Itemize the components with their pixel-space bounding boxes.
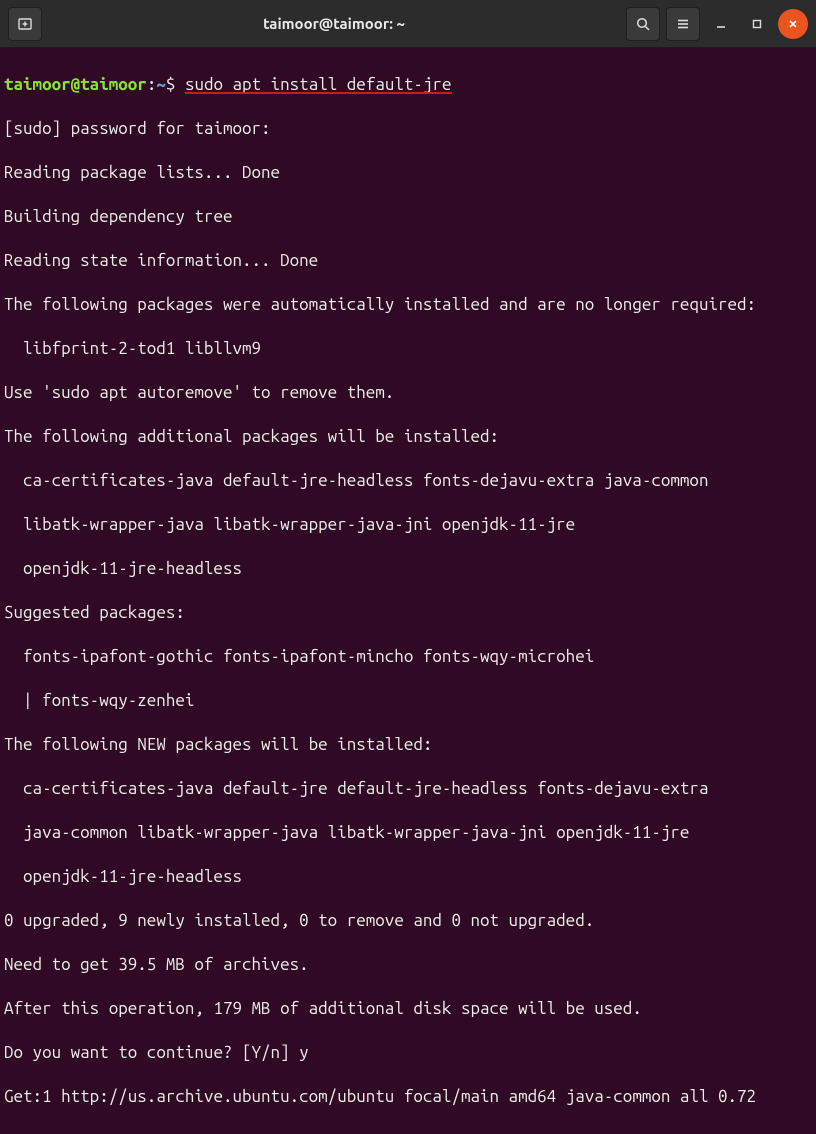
output-line: | fonts-wqy-zenhei — [4, 690, 812, 712]
output-line: The following additional packages will b… — [4, 426, 812, 448]
output-line: The following packages were automaticall… — [4, 294, 812, 316]
prompt-user-host: taimoor@taimoor — [4, 75, 147, 94]
maximize-icon — [751, 18, 763, 30]
command-text: sudo apt install default-jre — [185, 75, 452, 94]
prompt-colon: : — [147, 75, 157, 94]
close-icon — [787, 18, 799, 30]
output-line: Suggested packages: — [4, 602, 812, 624]
output-line: Reading package lists... Done — [4, 162, 812, 184]
highlight-underline — [185, 92, 452, 95]
new-tab-icon — [17, 16, 33, 32]
output-line: Reading state information... Done — [4, 250, 812, 272]
output-line: libfprint-2-tod1 libllvm9 — [4, 338, 812, 360]
output-line: Building dependency tree — [4, 206, 812, 228]
hamburger-icon — [675, 16, 691, 32]
new-tab-button[interactable] — [8, 7, 42, 41]
prompt-symbol: $ — [166, 75, 176, 94]
output-line: Use 'sudo apt autoremove' to remove them… — [4, 382, 812, 404]
prompt-cwd: ~ — [156, 75, 166, 94]
output-line: [sudo] password for taimoor: — [4, 118, 812, 140]
output-line: The following NEW packages will be insta… — [4, 734, 812, 756]
output-line: java-common libatk-wrapper-java libatk-w… — [4, 822, 812, 844]
output-line: libatk-wrapper-java libatk-wrapper-java-… — [4, 514, 812, 536]
output-line: ca-certificates-java default-jre-headles… — [4, 470, 812, 492]
output-line: openjdk-11-jre-headless — [4, 558, 812, 580]
output-line: ca-certificates-java default-jre default… — [4, 778, 812, 800]
output-line: After this operation, 179 MB of addition… — [4, 998, 812, 1020]
search-button[interactable] — [626, 7, 660, 41]
output-line: fonts-ipafont-gothic fonts-ipafont-minch… — [4, 646, 812, 668]
menu-button[interactable] — [666, 7, 700, 41]
output-line: Do you want to continue? [Y/n] y — [4, 1042, 812, 1064]
minimize-icon — [715, 18, 727, 30]
minimize-button[interactable] — [706, 9, 736, 39]
close-button[interactable] — [778, 9, 808, 39]
maximize-button[interactable] — [742, 9, 772, 39]
prompt-line: taimoor@taimoor:~$ sudo apt install defa… — [4, 74, 812, 96]
search-icon — [635, 16, 651, 32]
output-line: Need to get 39.5 MB of archives. — [4, 954, 812, 976]
output-line: 0 upgraded, 9 newly installed, 0 to remo… — [4, 910, 812, 932]
window-title: taimoor@taimoor: ~ — [48, 13, 620, 35]
window-titlebar: taimoor@taimoor: ~ — [0, 0, 816, 48]
output-line: Get:1 http://us.archive.ubuntu.com/ubunt… — [4, 1086, 812, 1108]
terminal-body[interactable]: taimoor@taimoor:~$ sudo apt install defa… — [0, 48, 816, 1134]
output-line: openjdk-11-jre-headless — [4, 866, 812, 888]
